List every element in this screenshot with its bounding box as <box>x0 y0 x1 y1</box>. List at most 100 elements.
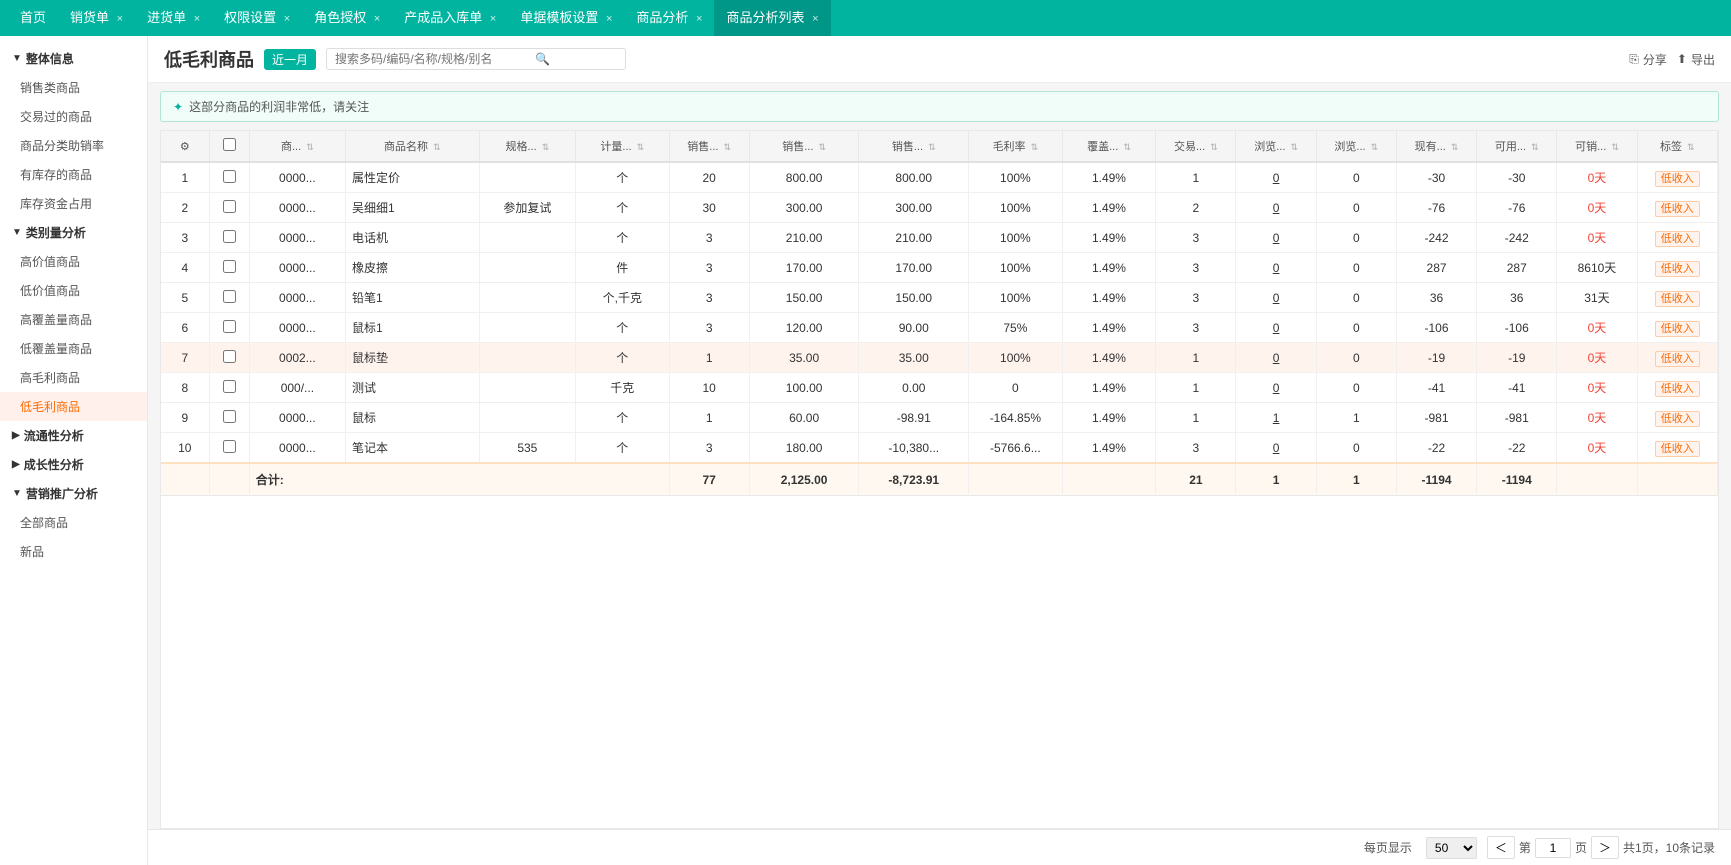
cell-check[interactable] <box>209 373 249 403</box>
cell-browse1[interactable]: 0 <box>1236 373 1316 403</box>
browse1-link[interactable]: 0 <box>1273 381 1280 395</box>
close-analysis-icon[interactable]: × <box>696 13 702 25</box>
browse1-link[interactable]: 0 <box>1273 261 1280 275</box>
nav-role[interactable]: 角色授权 × <box>302 0 392 36</box>
cell-browse1[interactable]: 0 <box>1236 193 1316 223</box>
browse1-link[interactable]: 0 <box>1273 171 1280 185</box>
sidebar-item-high-margin[interactable]: 高毛利商品 <box>0 363 147 392</box>
cell-browse1[interactable]: 0 <box>1236 283 1316 313</box>
col-name[interactable]: 商品名称 ⇅ <box>346 131 480 162</box>
col-browse1[interactable]: 浏览... ⇅ <box>1236 131 1316 162</box>
cell-check[interactable] <box>209 223 249 253</box>
sidebar-item-high-coverage[interactable]: 高覆盖量商品 <box>0 305 147 334</box>
row-checkbox[interactable] <box>223 260 236 273</box>
browse1-link[interactable]: 0 <box>1273 291 1280 305</box>
cell-check[interactable] <box>209 313 249 343</box>
nav-template[interactable]: 单据模板设置 × <box>508 0 624 36</box>
cell-check[interactable] <box>209 283 249 313</box>
browse1-link[interactable]: 0 <box>1273 351 1280 365</box>
close-product-in-icon[interactable]: × <box>490 13 496 25</box>
cell-browse1[interactable]: 0 <box>1236 313 1316 343</box>
cell-check[interactable] <box>209 193 249 223</box>
browse1-link[interactable]: 0 <box>1273 231 1280 245</box>
browse1-link[interactable]: 0 <box>1273 441 1280 455</box>
sidebar-item-low-coverage[interactable]: 低覆盖量商品 <box>0 334 147 363</box>
sidebar-group-overall[interactable]: ▼整体信息 <box>0 44 147 73</box>
sidebar-group-category[interactable]: ▼类别量分析 <box>0 218 147 247</box>
cell-check[interactable] <box>209 343 249 373</box>
cell-check[interactable] <box>209 162 249 193</box>
cell-check[interactable] <box>209 253 249 283</box>
close-role-icon[interactable]: × <box>374 13 380 25</box>
close-permission-icon[interactable]: × <box>284 13 290 25</box>
col-sales-price[interactable]: 销售... ⇅ <box>749 131 859 162</box>
pager-page-input[interactable] <box>1535 838 1571 858</box>
sidebar-item-sales-goods[interactable]: 销售类商品 <box>0 73 147 102</box>
export-button[interactable]: ⬆ 导出 <box>1677 51 1715 68</box>
row-checkbox[interactable] <box>223 440 236 453</box>
sidebar-item-new-goods[interactable]: 新品 <box>0 537 147 566</box>
sidebar-item-inventory-capital[interactable]: 库存资金占用 <box>0 189 147 218</box>
cell-browse1[interactable]: 0 <box>1236 162 1316 193</box>
select-all-checkbox[interactable] <box>223 138 236 151</box>
row-checkbox[interactable] <box>223 380 236 393</box>
sidebar-item-traded-goods[interactable]: 交易过的商品 <box>0 102 147 131</box>
col-gross-rate[interactable]: 毛利率 ⇅ <box>969 131 1063 162</box>
close-sales-icon[interactable]: × <box>117 13 123 25</box>
row-checkbox[interactable] <box>223 320 236 333</box>
sidebar-item-low-margin[interactable]: 低毛利商品 <box>0 392 147 421</box>
nav-permission[interactable]: 权限设置 × <box>212 0 302 36</box>
sidebar-item-category-rate[interactable]: 商品分类助销率 <box>0 131 147 160</box>
cell-browse1[interactable]: 1 <box>1236 403 1316 433</box>
col-trade[interactable]: 交易... ⇅ <box>1156 131 1236 162</box>
col-sales-qty[interactable]: 销售... ⇅ <box>669 131 749 162</box>
sidebar-group-marketing[interactable]: ▼营销推广分析 <box>0 479 147 508</box>
cell-browse1[interactable]: 0 <box>1236 433 1316 464</box>
date-filter-badge[interactable]: 近一月 <box>264 49 316 70</box>
col-coverage[interactable]: 覆盖... ⇅ <box>1062 131 1156 162</box>
nav-sales[interactable]: 销货单 × <box>58 0 135 36</box>
nav-purchase[interactable]: 进货单 × <box>135 0 212 36</box>
close-analysis-list-icon[interactable]: × <box>812 13 818 25</box>
cell-browse1[interactable]: 0 <box>1236 343 1316 373</box>
row-checkbox[interactable] <box>223 290 236 303</box>
col-settings[interactable]: ⚙ <box>161 131 209 162</box>
sidebar-group-growth[interactable]: ▶成长性分析 <box>0 450 147 479</box>
search-input[interactable] <box>335 52 535 66</box>
col-available[interactable]: 可用... ⇅ <box>1477 131 1557 162</box>
sidebar-item-all-goods[interactable]: 全部商品 <box>0 508 147 537</box>
col-spec[interactable]: 规格... ⇅ <box>479 131 575 162</box>
pager-prev[interactable]: ＜ <box>1487 836 1515 859</box>
sidebar-group-flow[interactable]: ▶流通性分析 <box>0 421 147 450</box>
close-template-icon[interactable]: × <box>606 13 612 25</box>
col-browse2[interactable]: 浏览... ⇅ <box>1316 131 1396 162</box>
sidebar-item-inventory-goods[interactable]: 有库存的商品 <box>0 160 147 189</box>
nav-analysis[interactable]: 商品分析 × <box>624 0 714 36</box>
row-checkbox[interactable] <box>223 410 236 423</box>
col-current[interactable]: 现有... ⇅ <box>1396 131 1476 162</box>
cell-check[interactable] <box>209 433 249 464</box>
cell-browse1[interactable]: 0 <box>1236 253 1316 283</box>
search-icon[interactable]: 🔍 <box>535 52 550 66</box>
pager-next[interactable]: ＞ <box>1591 836 1619 859</box>
col-check[interactable] <box>209 131 249 162</box>
row-checkbox[interactable] <box>223 170 236 183</box>
browse1-link[interactable]: 1 <box>1273 411 1280 425</box>
cell-check[interactable] <box>209 403 249 433</box>
sidebar-item-high-value[interactable]: 高价值商品 <box>0 247 147 276</box>
row-checkbox[interactable] <box>223 350 236 363</box>
close-purchase-icon[interactable]: × <box>194 13 200 25</box>
row-checkbox[interactable] <box>223 230 236 243</box>
nav-analysis-list[interactable]: 商品分析列表 × <box>714 0 830 36</box>
share-button[interactable]: ⎘ 分享 <box>1629 51 1667 68</box>
col-tag[interactable]: 标签 ⇅ <box>1637 131 1717 162</box>
sidebar-item-low-value[interactable]: 低价值商品 <box>0 276 147 305</box>
nav-home[interactable]: 首页 <box>8 0 58 36</box>
browse1-link[interactable]: 0 <box>1273 321 1280 335</box>
page-size-select[interactable]: 50 100 200 <box>1426 837 1477 859</box>
col-code[interactable]: 商... ⇅ <box>249 131 345 162</box>
nav-product-in[interactable]: 产成品入库单 × <box>392 0 508 36</box>
browse1-link[interactable]: 0 <box>1273 201 1280 215</box>
row-checkbox[interactable] <box>223 200 236 213</box>
col-unit[interactable]: 计量... ⇅ <box>575 131 669 162</box>
